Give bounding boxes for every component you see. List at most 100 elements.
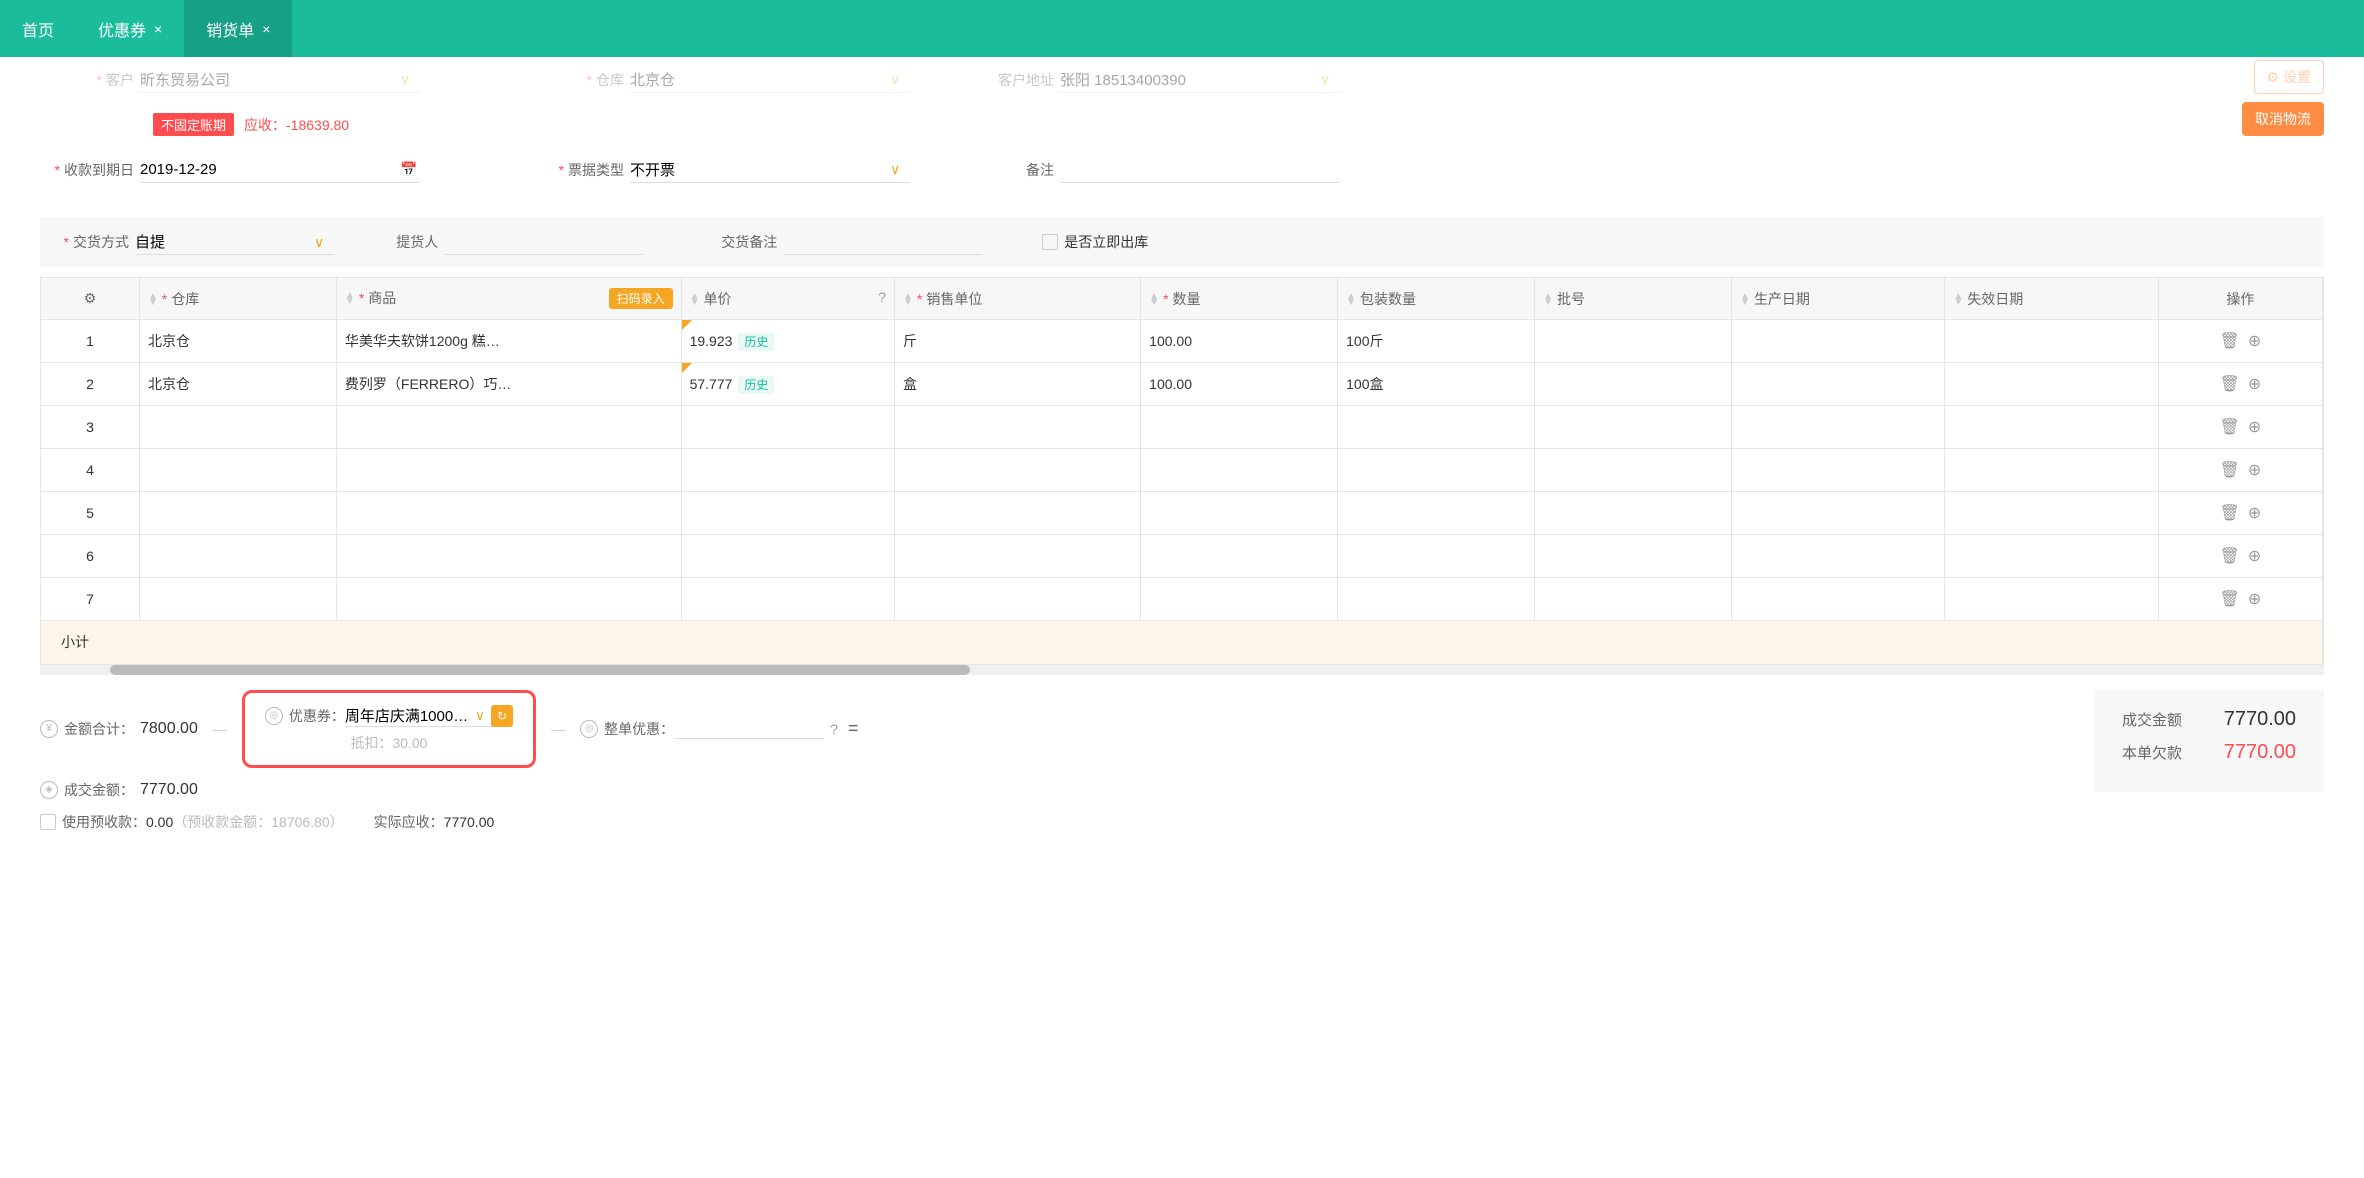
- gear-icon[interactable]: ⚙: [84, 290, 97, 306]
- sort-icon[interactable]: ▲▼: [1740, 294, 1750, 306]
- actual-value: 7770.00: [444, 814, 495, 830]
- table-row[interactable]: 2北京仓费列罗（FERRERO）巧…57.777历史盒100.00100盒🗑⊕: [41, 363, 2323, 406]
- chevron-down-icon[interactable]: ∨: [475, 707, 485, 724]
- add-icon[interactable]: ⊕: [2248, 376, 2261, 393]
- picker-input[interactable]: [444, 229, 643, 255]
- history-tag[interactable]: 历史: [738, 376, 774, 394]
- sort-icon[interactable]: ▲▼: [1346, 294, 1356, 306]
- payment-date-input[interactable]: [140, 157, 420, 183]
- chevron-down-icon[interactable]: ∨: [400, 71, 410, 88]
- delete-icon[interactable]: 🗑: [2220, 548, 2240, 565]
- delivery-method-input[interactable]: [135, 229, 334, 255]
- add-icon[interactable]: ⊕: [2248, 462, 2261, 479]
- coupon-box: ◎ 优惠券： ∨ ↻ 抵扣：30.00: [242, 690, 536, 768]
- close-icon[interactable]: ×: [262, 21, 270, 37]
- discount-input[interactable]: [674, 719, 824, 739]
- sort-icon[interactable]: ▲▼: [1149, 294, 1159, 306]
- delete-icon[interactable]: 🗑: [2220, 505, 2240, 522]
- delete-icon[interactable]: 🗑: [2220, 591, 2240, 608]
- sort-icon[interactable]: ▲▼: [345, 293, 355, 305]
- chevron-down-icon[interactable]: ∨: [890, 71, 900, 88]
- currency-icon: ¥: [40, 720, 58, 738]
- settings-button[interactable]: ⚙ 设置: [2254, 60, 2324, 94]
- use-prepay-checkbox[interactable]: [40, 814, 56, 830]
- add-icon[interactable]: ⊕: [2248, 548, 2261, 565]
- sort-icon[interactable]: ▲▼: [1543, 294, 1553, 306]
- table-row[interactable]: 5🗑⊕: [41, 492, 2323, 535]
- tab-coupon-label: 优惠券: [98, 17, 146, 41]
- deal-icon: ◈: [40, 781, 58, 799]
- table-row[interactable]: 1北京仓华美华夫软饼1200g 糕…19.923历史斤100.00100斤🗑⊕: [41, 320, 2323, 363]
- delivery-method-label: 交货方式: [73, 234, 129, 250]
- add-icon[interactable]: ⊕: [2248, 505, 2261, 522]
- sort-icon[interactable]: ▲▼: [1953, 294, 1963, 306]
- deal-label: 成交金额：: [64, 780, 134, 800]
- delete-icon[interactable]: 🗑: [2220, 419, 2240, 436]
- no-fixed-period-badge: 不固定账期: [153, 113, 234, 136]
- horizontal-scrollbar[interactable]: [40, 665, 2324, 675]
- scan-button[interactable]: 扫码录入: [609, 288, 673, 309]
- cancel-logistics-button[interactable]: 取消物流: [2242, 102, 2324, 136]
- immediate-checkbox[interactable]: [1042, 234, 1058, 250]
- sort-icon[interactable]: ▲▼: [903, 294, 913, 306]
- prepay-balance: （预收款金额：18706.80）: [173, 812, 343, 832]
- coupon-icon: ◎: [265, 707, 283, 725]
- payment-date-label: 收款到期日: [64, 162, 134, 178]
- summary-owed-value: 7770.00: [2224, 741, 2296, 764]
- add-icon[interactable]: ⊕: [2248, 333, 2261, 350]
- customer-label: 客户: [106, 72, 134, 88]
- add-icon[interactable]: ⊕: [2248, 591, 2261, 608]
- customer-input[interactable]: [140, 67, 420, 93]
- summary-deal-label: 成交金额: [2122, 709, 2182, 730]
- delete-icon[interactable]: 🗑: [2220, 462, 2240, 479]
- tab-bar: 首页 优惠券 × 销货单 ×: [0, 0, 2364, 57]
- deal-value: 7770.00: [140, 781, 198, 799]
- coupon-select[interactable]: [345, 705, 495, 727]
- chevron-down-icon[interactable]: ∨: [1320, 71, 1330, 88]
- tab-sales-order[interactable]: 销货单 ×: [184, 0, 292, 57]
- summary-owed-label: 本单欠款: [2122, 742, 2182, 763]
- close-icon[interactable]: ×: [154, 21, 162, 37]
- table-row[interactable]: 7🗑⊕: [41, 578, 2323, 621]
- delivery-remark-label: 交货备注: [703, 232, 783, 252]
- delete-icon[interactable]: 🗑: [2220, 376, 2240, 393]
- actual-label: 实际应收：: [374, 812, 444, 832]
- table-row[interactable]: 6🗑⊕: [41, 535, 2323, 578]
- tab-sales-label: 销货单: [206, 17, 254, 41]
- tab-coupon[interactable]: 优惠券 ×: [76, 0, 184, 57]
- table-row[interactable]: 4🗑⊕: [41, 449, 2323, 492]
- calendar-icon[interactable]: 📅: [400, 161, 417, 178]
- discount-icon: ◎: [580, 720, 598, 738]
- help-icon[interactable]: ?: [830, 721, 838, 737]
- sort-icon[interactable]: ▲▼: [690, 294, 700, 306]
- total-value: 7800.00: [140, 720, 198, 738]
- add-icon[interactable]: ⊕: [2248, 419, 2261, 436]
- remark-input[interactable]: [1060, 157, 1340, 183]
- use-prepay-value: 0.00: [146, 814, 173, 830]
- total-label: 金额合计：: [64, 719, 134, 739]
- picker-label: 提货人: [384, 232, 444, 252]
- summary-box: 成交金额 7770.00 本单欠款 7770.00: [2094, 690, 2324, 792]
- history-tag[interactable]: 历史: [738, 333, 774, 351]
- address-input[interactable]: [1060, 67, 1340, 93]
- help-icon[interactable]: ?: [878, 289, 886, 305]
- deduct-text: 抵扣：30.00: [265, 733, 513, 753]
- chevron-down-icon[interactable]: ∨: [890, 161, 900, 178]
- discount-label: 整单优惠：: [604, 719, 674, 739]
- sort-icon[interactable]: ▲▼: [148, 294, 158, 306]
- tab-home[interactable]: 首页: [0, 0, 76, 57]
- warehouse-label: 仓库: [596, 72, 624, 88]
- warehouse-input[interactable]: [630, 67, 910, 93]
- delete-icon[interactable]: 🗑: [2220, 333, 2240, 350]
- refresh-icon[interactable]: ↻: [491, 705, 513, 727]
- address-label: 客户地址: [980, 70, 1060, 90]
- use-prepay-label: 使用预收款：: [62, 812, 146, 832]
- invoice-type-input[interactable]: [630, 157, 910, 183]
- table-row[interactable]: 3🗑⊕: [41, 406, 2323, 449]
- equals-icon: =: [848, 718, 859, 739]
- invoice-type-label: 票据类型: [568, 162, 624, 178]
- immediate-label: 是否立即出库: [1064, 232, 1148, 252]
- chevron-down-icon[interactable]: ∨: [314, 234, 324, 251]
- delivery-remark-input[interactable]: [783, 229, 982, 255]
- delivery-bar: *交货方式 ∨ 提货人 交货备注 是否立即出库: [40, 217, 2324, 267]
